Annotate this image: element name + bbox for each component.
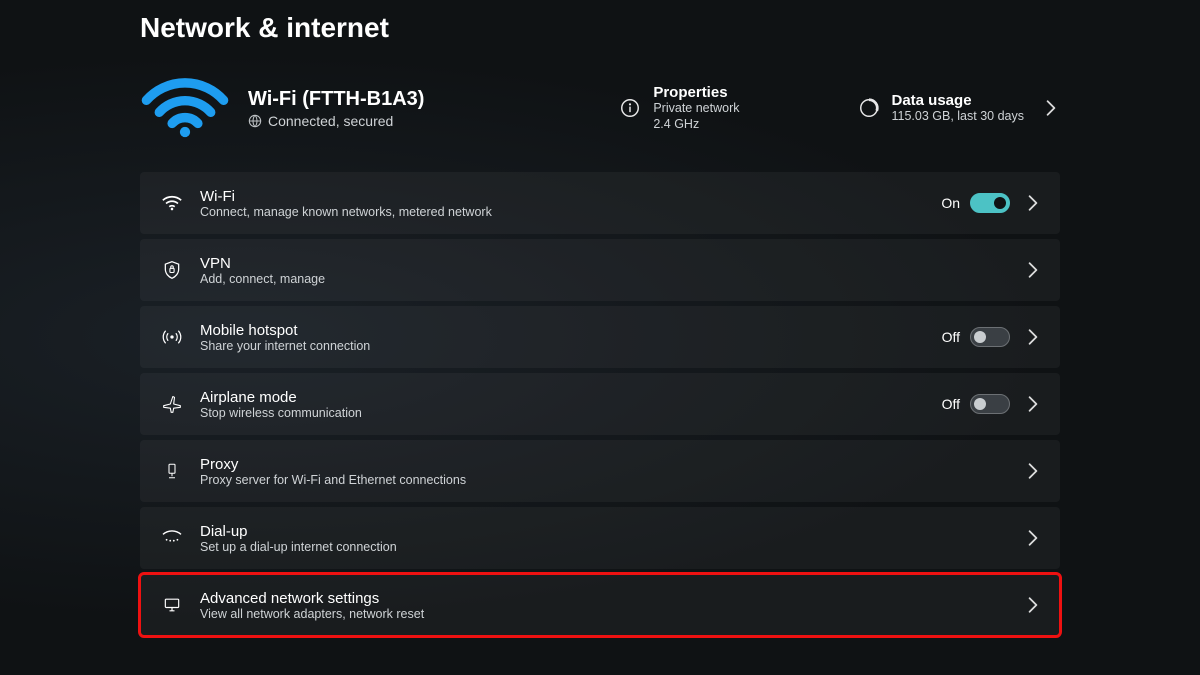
- chevron-right-icon: [1024, 529, 1042, 547]
- row-advanced-title: Advanced network settings: [200, 590, 424, 607]
- chevron-right-icon: [1042, 99, 1060, 117]
- chevron-right-icon: [1024, 395, 1042, 413]
- connection-status: Wi-Fi (FTTH-B1A3) Connected, secured Pro…: [140, 72, 1060, 144]
- chevron-right-icon: [1024, 194, 1042, 212]
- datausage-line1: 115.03 GB, last 30 days: [892, 109, 1025, 125]
- row-dialup-sub: Set up a dial-up internet connection: [200, 540, 397, 554]
- row-advanced-sub: View all network adapters, network reset: [200, 607, 424, 621]
- globe-icon: [248, 114, 262, 128]
- wifi-state-label: On: [941, 195, 960, 211]
- row-advanced-network-settings[interactable]: Advanced network settings View all netwo…: [140, 574, 1060, 636]
- computer-network-icon: [158, 595, 186, 615]
- wifi-hero-icon: [140, 78, 230, 138]
- properties-quicklink[interactable]: Properties Private network 2.4 GHz: [619, 84, 739, 132]
- page-title: Network & internet: [140, 12, 1060, 44]
- hotspot-toggle[interactable]: [970, 327, 1010, 347]
- row-airplane-title: Airplane mode: [200, 389, 362, 406]
- shield-lock-icon: [158, 260, 186, 280]
- chevron-right-icon: [1024, 596, 1042, 614]
- row-wifi-title: Wi-Fi: [200, 188, 492, 205]
- datausage-quicklink[interactable]: Data usage 115.03 GB, last 30 days: [858, 92, 1061, 125]
- properties-title: Properties: [653, 84, 739, 101]
- hotspot-state-label: Off: [942, 329, 960, 345]
- hotspot-icon: [158, 327, 186, 347]
- dialup-icon: [158, 529, 186, 547]
- datausage-title: Data usage: [892, 92, 1025, 109]
- row-hotspot-sub: Share your internet connection: [200, 339, 370, 353]
- row-airplane-sub: Stop wireless communication: [200, 406, 362, 420]
- chevron-right-icon: [1024, 328, 1042, 346]
- row-proxy[interactable]: Proxy Proxy server for Wi-Fi and Etherne…: [140, 440, 1060, 502]
- airplane-toggle[interactable]: [970, 394, 1010, 414]
- connection-state: Connected, secured: [268, 113, 393, 129]
- row-hotspot-title: Mobile hotspot: [200, 322, 370, 339]
- proxy-icon: [158, 461, 186, 481]
- connection-name: Wi-Fi (FTTH-B1A3): [248, 88, 424, 111]
- row-wifi[interactable]: Wi-Fi Connect, manage known networks, me…: [140, 172, 1060, 234]
- properties-line2: 2.4 GHz: [653, 117, 739, 133]
- info-icon: [619, 97, 641, 119]
- row-vpn-sub: Add, connect, manage: [200, 272, 325, 286]
- row-wifi-sub: Connect, manage known networks, metered …: [200, 205, 492, 219]
- row-vpn[interactable]: VPN Add, connect, manage: [140, 239, 1060, 301]
- row-proxy-title: Proxy: [200, 456, 466, 473]
- airplane-icon: [158, 394, 186, 414]
- properties-line1: Private network: [653, 101, 739, 117]
- wifi-icon: [158, 195, 186, 211]
- row-vpn-title: VPN: [200, 255, 325, 272]
- chevron-right-icon: [1024, 462, 1042, 480]
- airplane-state-label: Off: [942, 396, 960, 412]
- chevron-right-icon: [1024, 261, 1042, 279]
- row-hotspot[interactable]: Mobile hotspot Share your internet conne…: [140, 306, 1060, 368]
- row-dialup-title: Dial-up: [200, 523, 397, 540]
- data-usage-icon: [858, 97, 880, 119]
- wifi-toggle[interactable]: [970, 193, 1010, 213]
- row-proxy-sub: Proxy server for Wi-Fi and Ethernet conn…: [200, 473, 466, 487]
- row-dialup[interactable]: Dial-up Set up a dial-up internet connec…: [140, 507, 1060, 569]
- row-airplane[interactable]: Airplane mode Stop wireless communicatio…: [140, 373, 1060, 435]
